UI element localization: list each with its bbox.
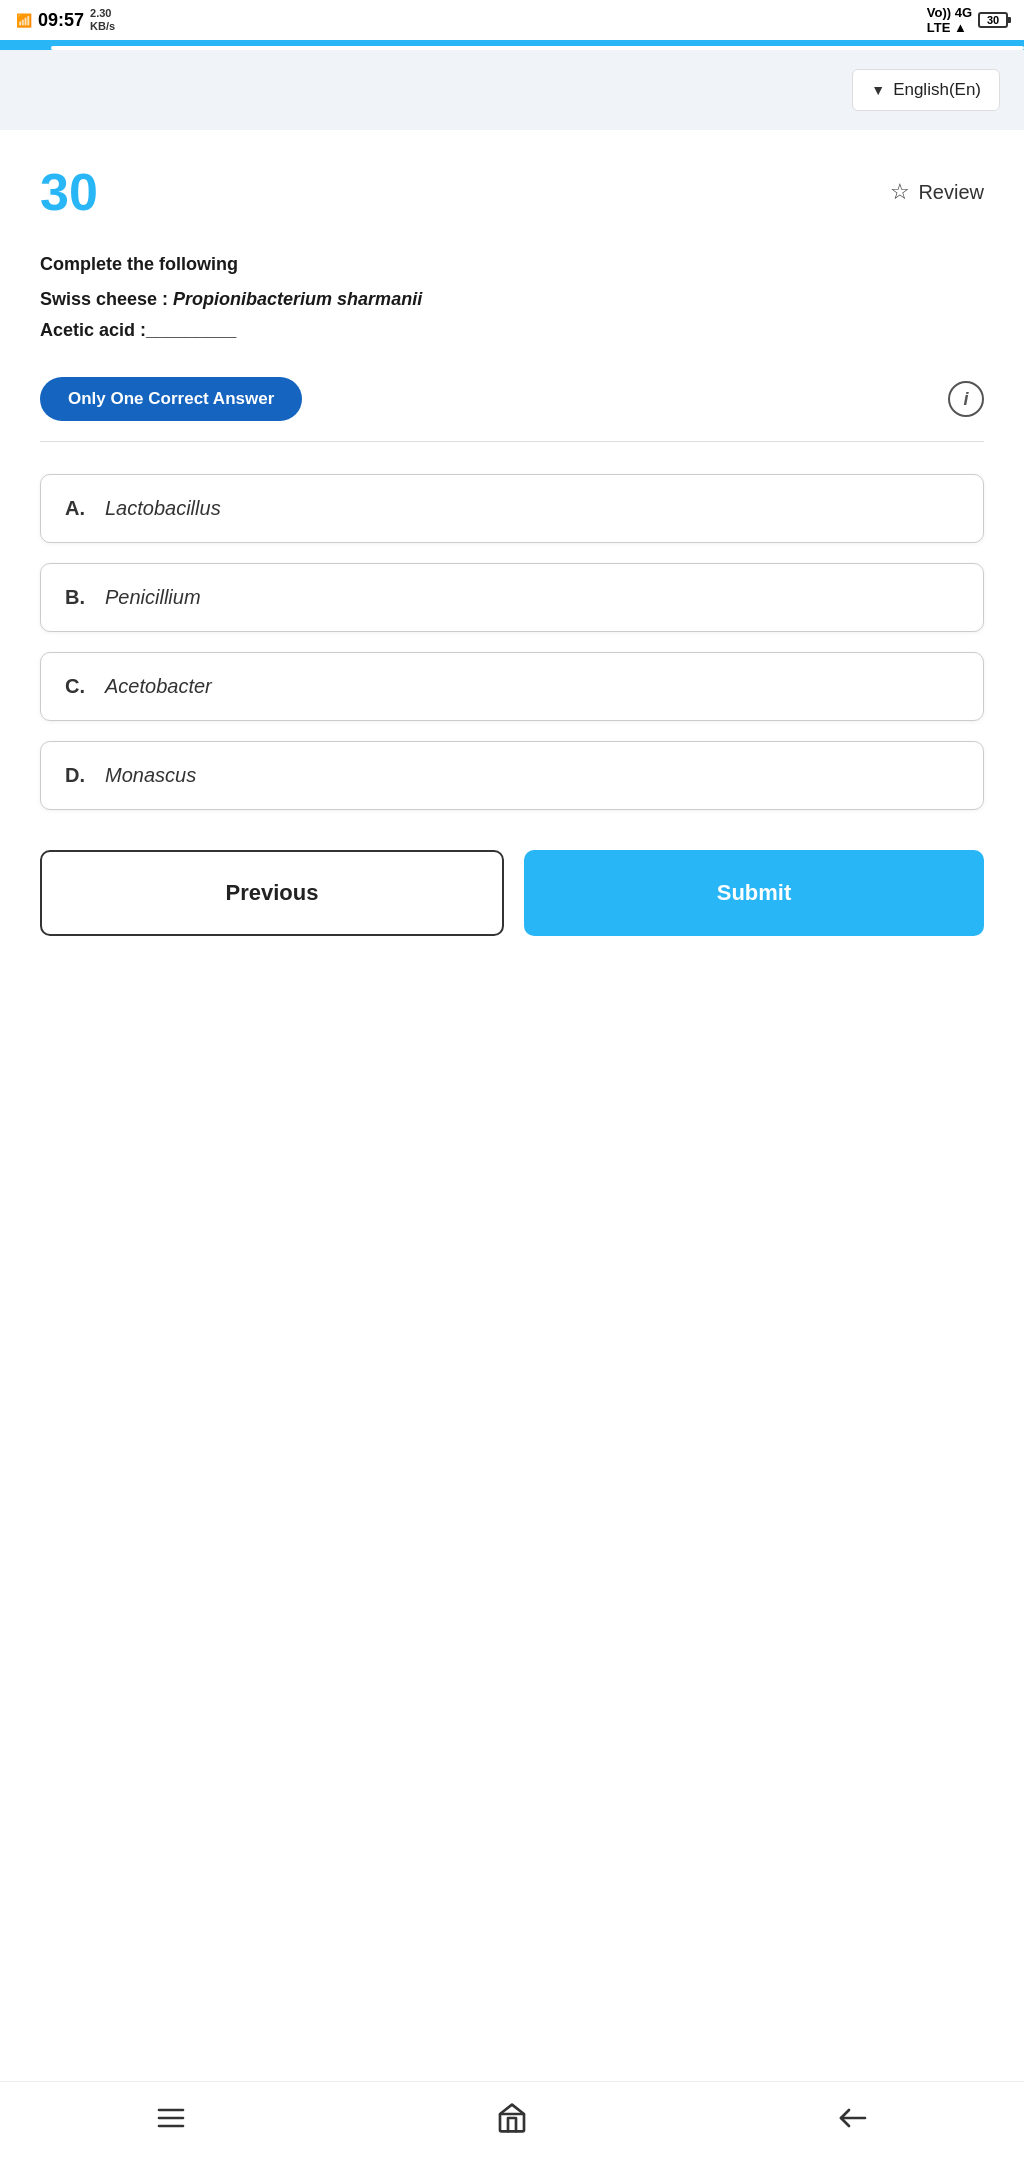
option-a-label: A.: [65, 497, 105, 520]
answer-type-badge: Only One Correct Answer: [40, 377, 302, 421]
question-number: 30: [40, 162, 98, 222]
language-header: ▼ English(En): [0, 50, 1024, 130]
review-button[interactable]: ☆ Review: [890, 179, 984, 205]
language-label: English(En): [893, 80, 981, 100]
info-icon[interactable]: i: [948, 381, 984, 417]
home-icon: [496, 2102, 528, 2134]
review-label: Review: [918, 181, 984, 204]
option-b-text: Penicillium: [105, 586, 201, 609]
option-c[interactable]: C. Acetobacter: [40, 652, 984, 721]
answer-type-row: Only One Correct Answer i: [40, 377, 984, 421]
question-blank: Acetic acid :_________: [40, 320, 984, 341]
nav-back-icon[interactable]: [837, 2102, 869, 2134]
question-instruction: Complete the following: [40, 254, 984, 275]
network-label: Vo)) 4GLTE ▲: [927, 5, 972, 35]
star-icon: ☆: [890, 179, 910, 205]
option-a[interactable]: A. Lactobacillus: [40, 474, 984, 543]
hamburger-icon: [155, 2102, 187, 2134]
nav-bar: [0, 2081, 1024, 2161]
status-speed: 2.30KB/s: [90, 7, 115, 33]
svg-rect-3: [500, 2114, 524, 2131]
info-label: i: [963, 389, 968, 410]
battery-icon: 30: [978, 12, 1008, 28]
language-selector[interactable]: ▼ English(En): [852, 69, 1000, 111]
question-text: Complete the following Swiss cheese : Pr…: [40, 254, 984, 341]
options-list: A. Lactobacillus B. Penicillium C. Aceto…: [40, 474, 984, 810]
status-right: Vo)) 4GLTE ▲ 30: [927, 5, 1008, 35]
status-left: 📶 09:57 2.30KB/s: [16, 7, 115, 33]
divider: [40, 441, 984, 442]
previous-button[interactable]: Previous: [40, 850, 504, 936]
signal-icon: 📶: [16, 13, 32, 28]
option-d[interactable]: D. Monascus: [40, 741, 984, 810]
option-b[interactable]: B. Penicillium: [40, 563, 984, 632]
nav-home-icon[interactable]: [496, 2102, 528, 2134]
option-b-label: B.: [65, 586, 105, 609]
main-content: 30 ☆ Review Complete the following Swiss…: [0, 130, 1024, 1108]
option-d-text: Monascus: [105, 764, 196, 787]
option-d-label: D.: [65, 764, 105, 787]
option-c-label: C.: [65, 675, 105, 698]
bottom-buttons: Previous Submit: [40, 850, 984, 936]
question-header: 30 ☆ Review: [40, 162, 984, 222]
nav-menu-icon[interactable]: [155, 2102, 187, 2134]
back-icon: [837, 2102, 869, 2134]
question-body: Swiss cheese : Propionibacterium sharman…: [40, 289, 984, 310]
option-c-text: Acetobacter: [105, 675, 212, 698]
question-body-prefix: Swiss cheese :: [40, 289, 173, 309]
question-body-italic: Propionibacterium sharmanii: [173, 289, 422, 309]
progress-area: [0, 40, 1024, 50]
status-time: 09:57: [38, 10, 84, 31]
progress-bar: [51, 46, 1024, 50]
chevron-down-icon: ▼: [871, 82, 885, 98]
option-a-text: Lactobacillus: [105, 497, 221, 520]
submit-button[interactable]: Submit: [524, 850, 984, 936]
status-bar: 📶 09:57 2.30KB/s Vo)) 4GLTE ▲ 30: [0, 0, 1024, 40]
